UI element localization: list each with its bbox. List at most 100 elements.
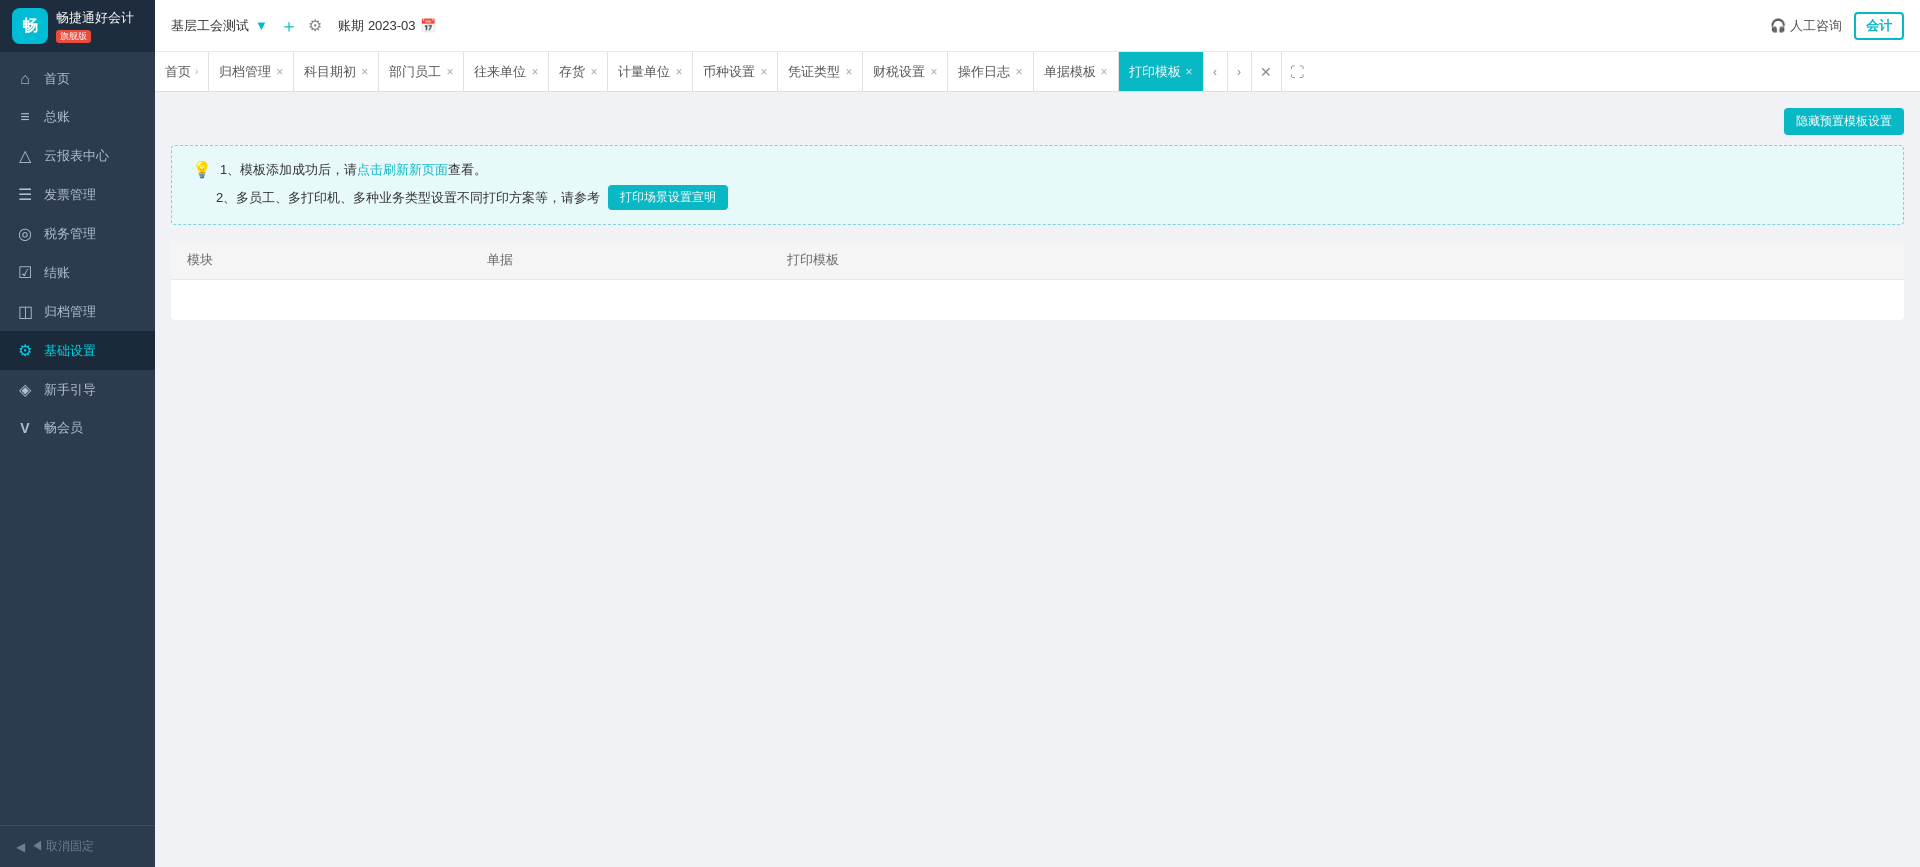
service-button[interactable]: 🎧 人工咨询 bbox=[1770, 17, 1842, 35]
tab-counterpart[interactable]: 往来单位 × bbox=[464, 52, 549, 92]
tab-archive-close[interactable]: × bbox=[276, 65, 283, 79]
sidebar-unpin[interactable]: ◀ ◀ 取消固定 bbox=[0, 825, 155, 867]
tab-unit-label: 计量单位 bbox=[618, 63, 670, 81]
tab-unit-close[interactable]: × bbox=[675, 65, 682, 79]
sidebar-item-guide[interactable]: ◈ 新手引导 bbox=[0, 370, 155, 409]
tab-doc-template-close[interactable]: × bbox=[1101, 65, 1108, 79]
logo-title: 畅捷通好会计 bbox=[56, 9, 134, 27]
data-table: 模块 单据 打印模板 bbox=[171, 241, 1904, 320]
headset-icon: 🎧 bbox=[1770, 18, 1786, 33]
table-body bbox=[171, 280, 1904, 320]
tabbar: 首页 › 归档管理 × 科目期初 × 部门员工 × 往来单位 × 存货 × 计量… bbox=[155, 52, 1920, 92]
sidebar-item-tax[interactable]: ◎ 税务管理 bbox=[0, 214, 155, 253]
tab-inventory[interactable]: 存货 × bbox=[549, 52, 608, 92]
tab-voucher-type[interactable]: 凭证类型 × bbox=[778, 52, 863, 92]
main-area: 基层工会测试 ▼ ＋ ⚙ 账期 2023-03 📅 🎧 人工咨询 会计 首页 ›… bbox=[155, 0, 1920, 867]
tab-doc-template-label: 单据模板 bbox=[1044, 63, 1096, 81]
add-company-button[interactable]: ＋ bbox=[280, 14, 298, 38]
action-bar: 隐藏预置模板设置 bbox=[171, 108, 1904, 135]
sidebar-item-label: 基础设置 bbox=[44, 342, 96, 360]
tab-op-log-label: 操作日志 bbox=[958, 63, 1010, 81]
tab-tax-setting-close[interactable]: × bbox=[930, 65, 937, 79]
tab-unit[interactable]: 计量单位 × bbox=[608, 52, 693, 92]
tab-op-log-close[interactable]: × bbox=[1015, 65, 1022, 79]
settings-gear-button[interactable]: ⚙ bbox=[308, 16, 322, 35]
tab-dept-staff-close[interactable]: × bbox=[446, 65, 453, 79]
tab-voucher-type-close[interactable]: × bbox=[845, 65, 852, 79]
tab-doc-template[interactable]: 单据模板 × bbox=[1034, 52, 1119, 92]
sidebar-item-label: 发票管理 bbox=[44, 186, 96, 204]
col-doc-header: 单据 bbox=[487, 251, 787, 269]
tab-currency[interactable]: 币种设置 × bbox=[693, 52, 778, 92]
invoice-icon: ☰ bbox=[16, 185, 34, 204]
tab-close-all-button[interactable]: ✕ bbox=[1252, 52, 1282, 92]
col-module-header: 模块 bbox=[187, 251, 487, 269]
sidebar-logo: 畅 畅捷通好会计 旗舰版 bbox=[0, 0, 155, 52]
explain-button[interactable]: 打印场景设置宣明 bbox=[608, 185, 728, 210]
guide-icon: ◈ bbox=[16, 380, 34, 399]
tab-print-template-label: 打印模板 bbox=[1129, 63, 1181, 81]
tab-print-template-close[interactable]: × bbox=[1186, 65, 1193, 79]
sidebar: 畅 畅捷通好会计 旗舰版 ⌂ 首页 ≡ 总账 △ 云报表中心 ☰ 发票管理 ◎ … bbox=[0, 0, 155, 867]
col-template-header: 打印模板 bbox=[787, 251, 1888, 269]
sidebar-item-label: 结账 bbox=[44, 264, 70, 282]
archive-icon: ◫ bbox=[16, 302, 34, 321]
topbar-right: 🎧 人工咨询 会计 bbox=[1770, 12, 1904, 40]
tab-prev-button[interactable]: ‹ bbox=[1204, 52, 1228, 92]
tab-subject-init[interactable]: 科目期初 × bbox=[294, 52, 379, 92]
tab-dept-staff[interactable]: 部门员工 × bbox=[379, 52, 464, 92]
tab-subject-init-close[interactable]: × bbox=[361, 65, 368, 79]
tab-home[interactable]: 首页 › bbox=[155, 52, 209, 92]
accountant-button[interactable]: 会计 bbox=[1854, 12, 1904, 40]
tab-counterpart-label: 往来单位 bbox=[474, 63, 526, 81]
page-content: 隐藏预置模板设置 💡 1、模板添加成功后，请 点击刷新新页面 查看。 2、多员工… bbox=[155, 92, 1920, 867]
settle-icon: ☑ bbox=[16, 263, 34, 282]
sidebar-item-label: 总账 bbox=[44, 108, 70, 126]
sidebar-item-member[interactable]: V 畅会员 bbox=[0, 409, 155, 447]
tab-archive-label: 归档管理 bbox=[219, 63, 271, 81]
sidebar-item-home[interactable]: ⌂ 首页 bbox=[0, 60, 155, 98]
tab-expand-button[interactable]: ⛶ bbox=[1282, 52, 1312, 92]
logo-icon: 畅 bbox=[12, 8, 48, 44]
info-line-2: 2、多员工、多打印机、多种业务类型设置不同打印方案等，请参考 打印场景设置宣明 bbox=[192, 185, 1883, 210]
company-name: 基层工会测试 bbox=[171, 17, 249, 35]
tax-icon: ◎ bbox=[16, 224, 34, 243]
sidebar-item-label: 畅会员 bbox=[44, 419, 83, 437]
service-label: 人工咨询 bbox=[1790, 17, 1842, 35]
tab-tax-setting[interactable]: 财税设置 × bbox=[863, 52, 948, 92]
sidebar-item-label: 云报表中心 bbox=[44, 147, 109, 165]
sidebar-item-settle[interactable]: ☑ 结账 bbox=[0, 253, 155, 292]
info-line-1: 💡 1、模板添加成功后，请 点击刷新新页面 查看。 bbox=[192, 160, 1883, 179]
sidebar-item-label: 归档管理 bbox=[44, 303, 96, 321]
sidebar-item-report[interactable]: △ 云报表中心 bbox=[0, 136, 155, 175]
tab-next-button[interactable]: › bbox=[1228, 52, 1252, 92]
tab-currency-close[interactable]: × bbox=[760, 65, 767, 79]
hide-setting-button[interactable]: 隐藏预置模板设置 bbox=[1784, 108, 1904, 135]
tab-voucher-type-label: 凭证类型 bbox=[788, 63, 840, 81]
sidebar-item-settings[interactable]: ⚙ 基础设置 bbox=[0, 331, 155, 370]
sidebar-item-invoice[interactable]: ☰ 发票管理 bbox=[0, 175, 155, 214]
info-text-1-suffix: 查看。 bbox=[448, 161, 487, 179]
tab-counterpart-close[interactable]: × bbox=[531, 65, 538, 79]
tab-op-log[interactable]: 操作日志 × bbox=[948, 52, 1033, 92]
tab-inventory-close[interactable]: × bbox=[590, 65, 597, 79]
sidebar-item-ledger[interactable]: ≡ 总账 bbox=[0, 98, 155, 136]
refresh-link[interactable]: 点击刷新新页面 bbox=[357, 161, 448, 179]
home-icon: ⌂ bbox=[16, 70, 34, 88]
period-display: 账期 2023-03 📅 bbox=[338, 17, 436, 35]
table-header: 模块 单据 打印模板 bbox=[171, 241, 1904, 280]
sidebar-item-archive[interactable]: ◫ 归档管理 bbox=[0, 292, 155, 331]
tab-archive[interactable]: 归档管理 × bbox=[209, 52, 294, 92]
tab-dept-staff-label: 部门员工 bbox=[389, 63, 441, 81]
tab-print-template[interactable]: 打印模板 × bbox=[1119, 52, 1204, 92]
tab-inventory-label: 存货 bbox=[559, 63, 585, 81]
topbar: 基层工会测试 ▼ ＋ ⚙ 账期 2023-03 📅 🎧 人工咨询 会计 bbox=[155, 0, 1920, 52]
company-selector[interactable]: 基层工会测试 ▼ bbox=[171, 17, 268, 35]
unpin-icon: ◀ bbox=[16, 840, 25, 854]
report-icon: △ bbox=[16, 146, 34, 165]
bulb-icon: 💡 bbox=[192, 160, 212, 179]
calendar-icon[interactable]: 📅 bbox=[420, 18, 436, 33]
tab-tax-setting-label: 财税设置 bbox=[873, 63, 925, 81]
company-dropdown-arrow[interactable]: ▼ bbox=[255, 18, 268, 33]
period-value: 2023-03 bbox=[368, 18, 416, 33]
